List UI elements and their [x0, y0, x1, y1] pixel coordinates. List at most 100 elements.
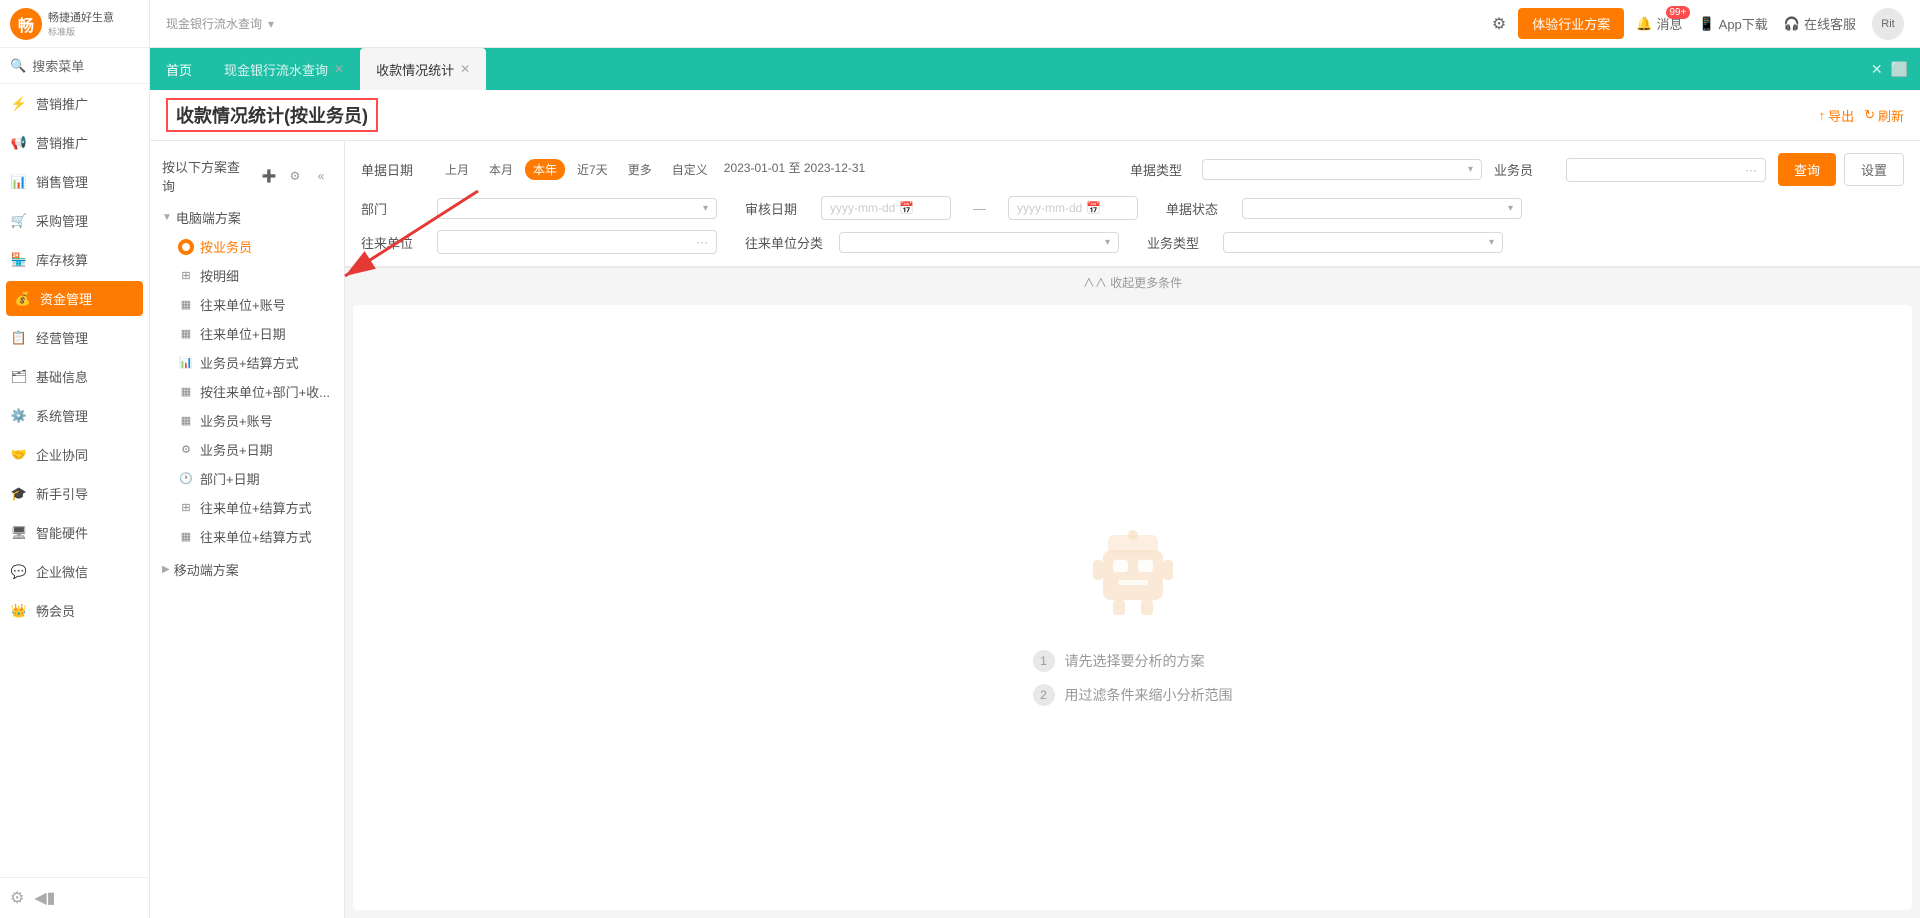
tree-item-dept-date[interactable]: 🕐 部门+日期	[150, 464, 344, 493]
body-area: 按以下方案查询 ➕ ⚙ « ▼ 电脑端方案	[150, 141, 1920, 918]
audit-date-from[interactable]: yyyy-mm-dd 📅	[821, 196, 951, 220]
scheme-settings-button[interactable]: ⚙	[284, 165, 306, 187]
bill-status-select[interactable]: ▾	[1242, 198, 1522, 219]
sidebar-item-operations[interactable]: 📋 经营管理	[0, 318, 149, 357]
sidebar-item-inventory[interactable]: 🏪 库存核算	[0, 240, 149, 279]
filter-actions: 查询 设置	[1778, 153, 1904, 186]
sidebar-item-system[interactable]: ⚙️ 系统管理	[0, 396, 149, 435]
top-header: 现金银行流水查询 ▾ ⚙ 体验行业方案 🔔 消息 99+ 📱 App下载 🎧 在…	[150, 0, 1920, 48]
tree-item-by-detail[interactable]: ⊞ 按明细	[150, 261, 344, 290]
date-tab-custom[interactable]: 自定义	[664, 159, 716, 180]
date-tab-thisyear[interactable]: 本年	[525, 159, 565, 180]
sidebar-item-member[interactable]: 👑 畅会员	[0, 591, 149, 630]
headset-icon: 🎧	[1784, 16, 1800, 32]
right-panel: 单据日期 上月 本月 本年 近7天 更多 自定义 2023-01-01 至	[345, 141, 1920, 918]
panel-header: 按以下方案查询 ➕ ⚙ «	[150, 151, 344, 201]
logo-icon: 畅	[10, 8, 42, 40]
header-right: 🔔 消息 99+ 📱 App下载 🎧 在线客服 Rit	[1636, 8, 1904, 40]
filter-row-1: 单据日期 上月 本月 本年 近7天 更多 自定义 2023-01-01 至	[361, 153, 1904, 186]
dept-label: 部门	[361, 199, 421, 218]
wechat-icon: 💬	[10, 563, 28, 581]
staff-select[interactable]: ···	[1566, 158, 1766, 182]
trial-button[interactable]: 体验行业方案	[1518, 8, 1624, 39]
system-icon: ⚙️	[10, 407, 28, 425]
date-tab-7days[interactable]: 近7天	[569, 159, 616, 180]
tree-item-staff-account[interactable]: ▦ 业务员+账号	[150, 406, 344, 435]
tree-item-unit-settle2[interactable]: ▦ 往来单位+结算方式	[150, 522, 344, 551]
date-tab-thismonth[interactable]: 本月	[481, 159, 521, 180]
counterpart-category-select[interactable]: ▾	[839, 232, 1119, 253]
window-maximize-icon[interactable]: ⬜	[1891, 61, 1908, 78]
tab-close-receipt-stats[interactable]: ✕	[460, 62, 470, 76]
sidebar-item-quick-nav[interactable]: ⚡ 营销推广	[0, 84, 149, 123]
tree-parent-desktop[interactable]: ▼ 电脑端方案	[150, 203, 344, 232]
msg-button[interactable]: 🔔 消息 99+	[1636, 14, 1682, 33]
audit-date-label: 审核日期	[745, 199, 805, 218]
page-inner: 收款情况统计(按业务员) ↑ 导出 ↻ 刷新 按以下方案查询 ➕	[150, 90, 1920, 918]
panel-header-icons: ➕ ⚙ «	[258, 165, 332, 187]
sidebar-item-sales[interactable]: 📊 销售管理	[0, 162, 149, 201]
counterpart-more-icon: ···	[696, 235, 708, 249]
search-menu-item[interactable]: 🔍 搜索菜单	[0, 48, 149, 84]
sidebar-item-wechat[interactable]: 💬 企业微信	[0, 552, 149, 591]
bill-type-select[interactable]: ▾	[1202, 159, 1482, 180]
sidebar-item-basicinfo[interactable]: 🗂 基础信息	[0, 357, 149, 396]
header-settings-icon[interactable]: ⚙	[1492, 14, 1506, 34]
tree-item-staff-date[interactable]: ⚙ 业务员+日期	[150, 435, 344, 464]
export-button[interactable]: ↑ 导出	[1819, 106, 1855, 125]
query-button[interactable]: 查询	[1778, 153, 1836, 186]
table3-icon: ▦	[178, 384, 194, 400]
window-controls: ✕ ⬜	[1871, 61, 1920, 78]
tree-item-unit-dept[interactable]: ▦ 按往来单位+部门+收...	[150, 377, 344, 406]
staff-label: 业务员	[1494, 160, 1554, 179]
online-service-button[interactable]: 🎧 在线客服	[1784, 14, 1856, 33]
tree-item-unit-settle1[interactable]: ⊞ 往来单位+结算方式	[150, 493, 344, 522]
sidebar-item-guide[interactable]: 🎓 新手引导	[0, 474, 149, 513]
tree-item-unit-account[interactable]: ▦ 往来单位+账号	[150, 290, 344, 319]
tab-close-bank-flow[interactable]: ✕	[334, 62, 344, 76]
tree-parent-mobile[interactable]: ▶ 移动端方案	[150, 555, 344, 584]
settings-bottom-icon[interactable]: ⚙	[10, 888, 24, 908]
audit-date-to[interactable]: yyyy-mm-dd 📅	[1008, 196, 1138, 220]
grid2-icon: ⊞	[178, 500, 194, 516]
sidebar-item-enterprise[interactable]: 🤝 企业协同	[0, 435, 149, 474]
ops-icon: 📋	[10, 329, 28, 347]
tree-item-staff-settle[interactable]: 📊 业务员+结算方式	[150, 348, 344, 377]
breadcrumb-dropdown-icon[interactable]: ▾	[268, 17, 274, 31]
tab-home[interactable]: 首页	[150, 48, 208, 90]
collapse-bar[interactable]: ∧∧ 收起更多条件	[345, 267, 1920, 297]
refresh-button[interactable]: ↻ 刷新	[1864, 106, 1904, 125]
tab-bank-flow[interactable]: 现金银行流水查询 ✕	[208, 48, 360, 90]
app-download-button[interactable]: 📱 App下载	[1698, 14, 1767, 33]
refresh-icon: ↻	[1864, 107, 1875, 123]
export-icon: ↑	[1819, 108, 1826, 123]
tab-receipt-stats[interactable]: 收款情况统计 ✕	[360, 48, 486, 90]
dept-select[interactable]: ▾	[437, 198, 717, 219]
tree-section-mobile: ▶ 移动端方案	[150, 553, 344, 586]
empty-state: 1 请先选择要分析的方案 2 用过滤条件来缩小分析范围	[353, 305, 1912, 910]
user-avatar[interactable]: Rit	[1872, 8, 1904, 40]
date-tab-lastmonth[interactable]: 上月	[437, 159, 477, 180]
date-sep: —	[967, 201, 992, 216]
sidebar: 畅 畅捷通好生意 标准版 🔍 搜索菜单 ⚡ 营销推广 📢 营销推广 📊 销售管理…	[0, 0, 150, 918]
collapse-sidebar-icon[interactable]: ◀▮	[34, 888, 55, 908]
grid-icon: ⊞	[178, 268, 194, 284]
tree-item-by-staff[interactable]: 按业务员	[150, 232, 344, 261]
panel-title: 按以下方案查询	[162, 157, 252, 195]
chevron-down-icon: ▼	[162, 212, 172, 223]
megaphone-icon: 📢	[10, 134, 28, 152]
counterpart-select[interactable]: ···	[437, 230, 717, 254]
biz-type-select[interactable]: ▾	[1223, 232, 1503, 253]
window-close-icon[interactable]: ✕	[1871, 61, 1883, 78]
add-scheme-button[interactable]: ➕	[258, 165, 280, 187]
sidebar-item-marketing[interactable]: 📢 营销推广	[0, 123, 149, 162]
empty-steps: 1 请先选择要分析的方案 2 用过滤条件来缩小分析范围	[1033, 650, 1233, 706]
sidebar-item-purchase[interactable]: 🛒 采购管理	[0, 201, 149, 240]
settings-button[interactable]: 设置	[1844, 153, 1904, 186]
sidebar-item-hardware[interactable]: 🖥 智能硬件	[0, 513, 149, 552]
sidebar-item-finance[interactable]: 💰 资金管理	[6, 281, 143, 316]
tree-item-unit-date[interactable]: ▦ 往来单位+日期	[150, 319, 344, 348]
collapse-panel-button[interactable]: «	[310, 165, 332, 187]
date-label: 单据日期	[361, 160, 421, 179]
date-tab-more[interactable]: 更多	[620, 159, 660, 180]
